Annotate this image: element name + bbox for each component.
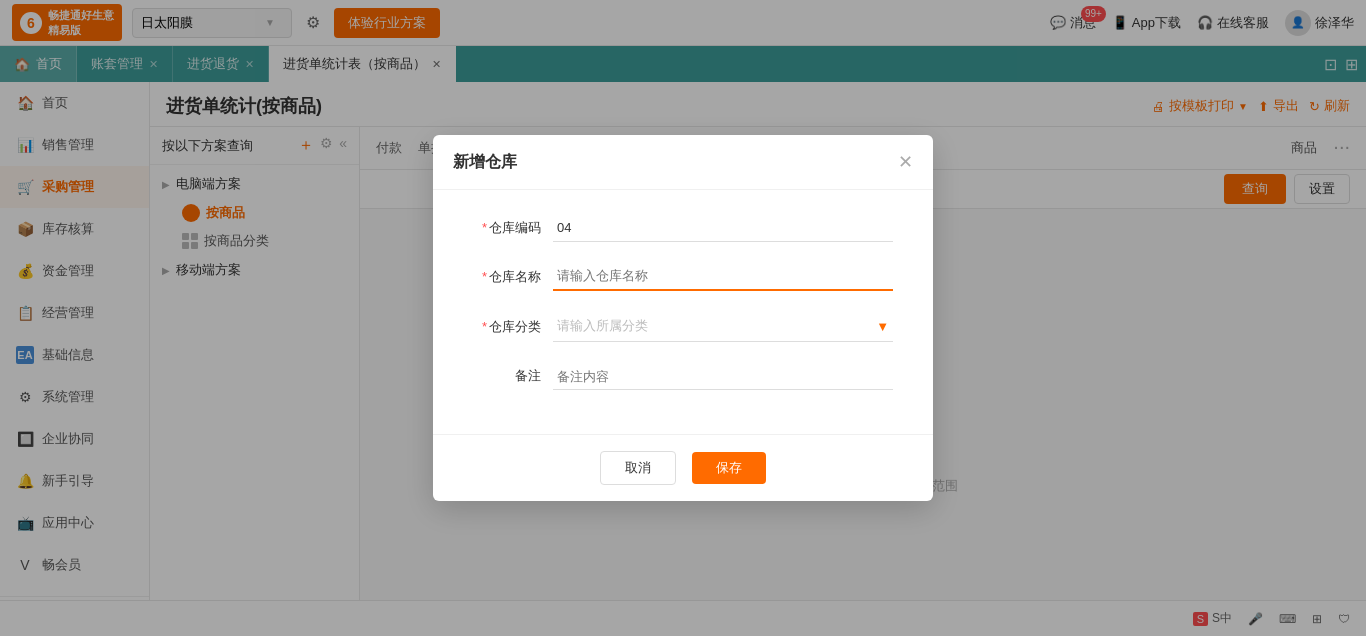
name-input[interactable] [553,262,893,291]
category-arrow-icon: ▼ [876,319,889,334]
new-warehouse-dialog: 新增仓库 ✕ 仓库编码 仓库名称 仓库分类 请输入所属分类 ▼ [433,135,933,501]
name-label: 仓库名称 [473,268,553,286]
dialog-header: 新增仓库 ✕ [433,135,933,190]
form-row-code: 仓库编码 [473,214,893,242]
category-placeholder: 请输入所属分类 [557,317,648,335]
category-label: 仓库分类 [473,318,553,336]
save-button[interactable]: 保存 [692,452,766,484]
code-label: 仓库编码 [473,219,553,237]
form-row-category: 仓库分类 请输入所属分类 ▼ [473,311,893,342]
code-input[interactable] [553,214,893,242]
cancel-button[interactable]: 取消 [600,451,676,485]
form-row-name: 仓库名称 [473,262,893,291]
dialog-body: 仓库编码 仓库名称 仓库分类 请输入所属分类 ▼ 备注 [433,190,933,434]
category-select[interactable]: 请输入所属分类 ▼ [553,311,893,342]
dialog-footer: 取消 保存 [433,434,933,501]
note-label: 备注 [473,367,553,385]
modal-overlay: 新增仓库 ✕ 仓库编码 仓库名称 仓库分类 请输入所属分类 ▼ [0,0,1366,636]
dialog-title: 新增仓库 [453,152,517,173]
close-icon[interactable]: ✕ [898,151,913,173]
form-row-note: 备注 [473,362,893,390]
note-input[interactable] [553,362,893,390]
